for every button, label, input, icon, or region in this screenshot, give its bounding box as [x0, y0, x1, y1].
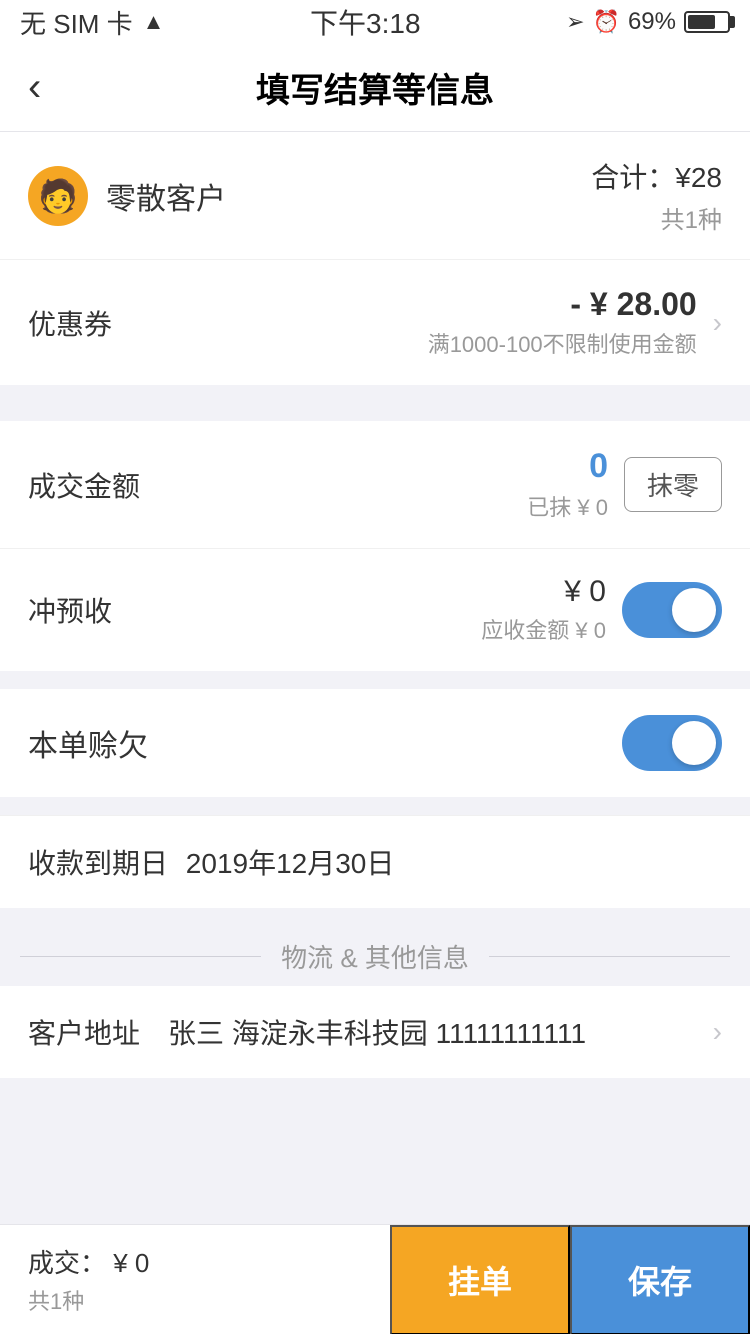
deal-prefix: 成交：	[28, 1248, 106, 1278]
customer-row: 🧑 零散客户 合计：¥28 共1种	[0, 132, 750, 259]
duedate-section: 收款到期日 2019年12月30日	[0, 815, 750, 908]
customer-left: 🧑 零散客户	[28, 166, 226, 226]
transaction-row: 成交金额 0 已抹 ¥ 0 抹零	[0, 421, 750, 549]
address-value: 张三 海淀永丰科技园 11111111111	[168, 1012, 713, 1052]
nav-bar: ‹ 填写结算等信息	[0, 44, 750, 132]
location-icon: ➢	[566, 9, 584, 35]
coupon-desc: 满1000-100不限制使用金额	[428, 327, 697, 359]
back-button[interactable]: ‹	[28, 65, 41, 110]
bottom-bar: 成交： ¥ 0 共1种 挂单 保存	[0, 1224, 750, 1334]
avatar-icon: 🧑	[38, 177, 78, 215]
customer-name: 零散客户	[106, 174, 226, 218]
debt-label: 本单赊欠	[28, 721, 148, 765]
coupon-right: - ¥ 28.00 满1000-100不限制使用金额 ›	[428, 286, 722, 359]
status-left: 无 SIM 卡 ▲	[20, 4, 164, 41]
logistics-label: 物流 & 其他信息	[281, 938, 469, 975]
transaction-section: 成交金额 0 已抹 ¥ 0 抹零 冲预收 ¥ 0 应收金额 ¥ 0	[0, 421, 750, 671]
prepay-amount: ¥ 0	[481, 575, 606, 609]
status-right: ➢ ⏰ 69%	[566, 8, 730, 36]
customer-count: 共1种	[591, 200, 722, 235]
alarm-icon: ⏰	[593, 9, 620, 35]
prepay-right: ¥ 0 应收金额 ¥ 0	[481, 575, 722, 645]
coupon-amount: - ¥ 28.00	[428, 286, 697, 323]
address-label: 客户地址	[28, 1012, 140, 1052]
battery-label: 69%	[628, 8, 676, 36]
bottom-deal: 成交： ¥ 0	[28, 1243, 362, 1280]
chevron-right-icon: ›	[713, 307, 722, 339]
address-chevron-icon: ›	[713, 1016, 722, 1048]
section-divider-2	[0, 671, 750, 689]
total-label: 合计：¥28	[591, 156, 722, 196]
transaction-right: 0 已抹 ¥ 0 抹零	[527, 447, 722, 522]
prepay-toggle[interactable]	[622, 582, 722, 638]
customer-avatar: 🧑	[28, 166, 88, 226]
debt-toggle-knob	[672, 721, 716, 765]
debt-section: 本单赊欠	[0, 689, 750, 797]
section-divider-3	[0, 908, 750, 926]
main-content: 🧑 零散客户 合计：¥28 共1种 优惠券 - ¥ 28.00 满1000-10…	[0, 132, 750, 1216]
save-button[interactable]: 保存	[570, 1225, 750, 1334]
transaction-value[interactable]: 0	[527, 447, 608, 486]
logistics-line-left	[20, 956, 261, 957]
prepay-sub: 应收金额 ¥ 0	[481, 613, 606, 645]
round-button[interactable]: 抹零	[624, 457, 722, 512]
customer-right: 合计：¥28 共1种	[591, 156, 722, 235]
prepay-row: 冲预收 ¥ 0 应收金额 ¥ 0	[0, 549, 750, 671]
battery-icon	[684, 11, 730, 33]
logistics-line-right	[489, 956, 730, 957]
bottom-info: 成交： ¥ 0 共1种	[0, 1243, 390, 1316]
duedate-label: 收款到期日	[28, 848, 168, 879]
toggle-knob	[672, 588, 716, 632]
prepay-values: ¥ 0 应收金额 ¥ 0	[481, 575, 606, 645]
deal-amount: ¥ 0	[113, 1248, 149, 1278]
transaction-label: 成交金额	[28, 465, 140, 505]
coupon-value: - ¥ 28.00 满1000-100不限制使用金额	[428, 286, 697, 359]
wifi-icon: ▲	[143, 9, 165, 35]
customer-section: 🧑 零散客户 合计：¥28 共1种 优惠券 - ¥ 28.00 满1000-10…	[0, 132, 750, 385]
transaction-col: 0 已抹 ¥ 0	[527, 447, 608, 522]
carrier-label: 无 SIM 卡	[20, 4, 133, 41]
status-bar: 无 SIM 卡 ▲ 下午3:18 ➢ ⏰ 69%	[0, 0, 750, 44]
address-section[interactable]: 客户地址 张三 海淀永丰科技园 11111111111 ›	[0, 986, 750, 1078]
coupon-row[interactable]: 优惠券 - ¥ 28.00 满1000-100不限制使用金额 ›	[0, 259, 750, 385]
debt-toggle[interactable]	[622, 715, 722, 771]
section-divider-1	[0, 403, 750, 421]
bottom-count: 共1种	[28, 1284, 362, 1316]
status-time: 下午3:18	[310, 2, 421, 42]
transaction-sub: 已抹 ¥ 0	[527, 490, 608, 522]
prepay-label: 冲预收	[28, 590, 112, 630]
page-title: 填写结算等信息	[256, 63, 494, 112]
logistics-divider: 物流 & 其他信息	[0, 926, 750, 986]
duedate-value[interactable]: 2019年12月30日	[186, 848, 395, 879]
hold-button[interactable]: 挂单	[390, 1225, 570, 1334]
coupon-label: 优惠券	[28, 303, 112, 343]
